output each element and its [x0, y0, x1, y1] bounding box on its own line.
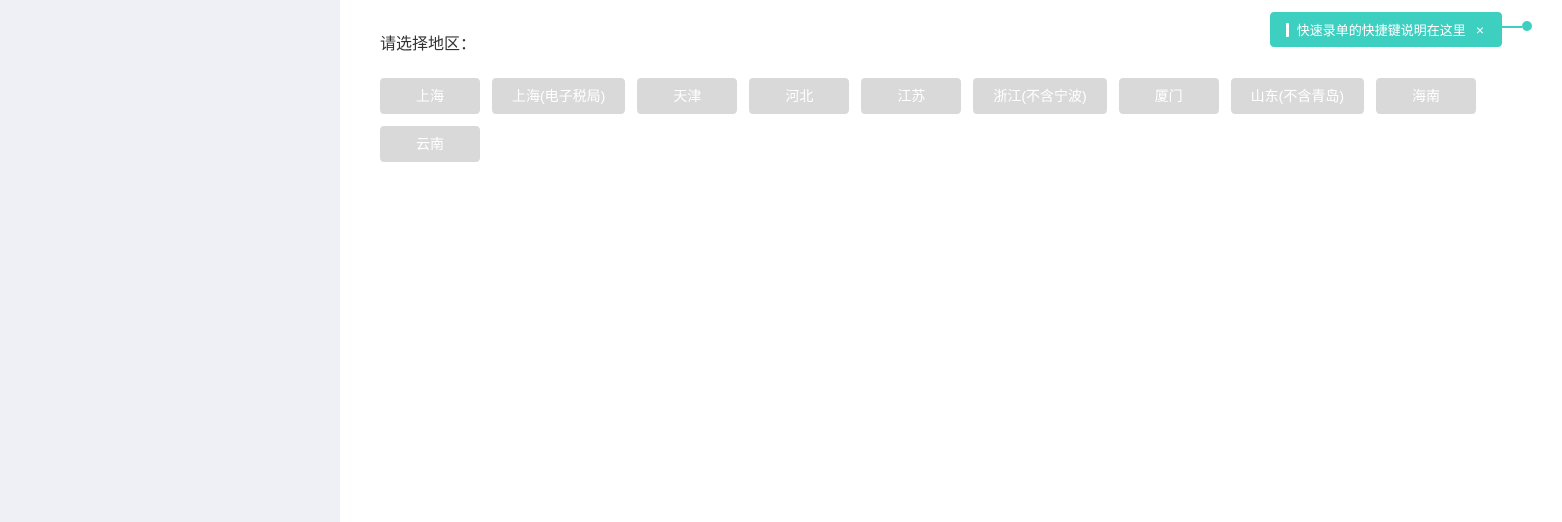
region-btn-xiamen[interactable]: 厦门: [1119, 78, 1219, 114]
left-sidebar: [0, 0, 340, 522]
region-btn-shanghai-etax[interactable]: 上海(电子税局): [492, 78, 625, 114]
region-btn-yunnan[interactable]: 云南: [380, 126, 480, 162]
connector-line: [1502, 26, 1522, 28]
tooltip-banner: 快速录单的快捷键说明在这里 ×: [1270, 12, 1502, 47]
region-btn-zhejiang[interactable]: 浙江(不含宁波): [973, 78, 1106, 114]
region-btn-jiangsu[interactable]: 江苏: [861, 78, 961, 114]
bar-icon: [1286, 23, 1289, 37]
dot-indicator: [1522, 21, 1532, 31]
tooltip-text: 快速录单的快捷键说明在这里: [1297, 20, 1466, 39]
region-btn-hebei[interactable]: 河北: [749, 78, 849, 114]
region-btn-hainan[interactable]: 海南: [1376, 78, 1476, 114]
region-btn-shandong[interactable]: 山东(不含青岛): [1231, 78, 1364, 114]
region-btn-shanghai[interactable]: 上海: [380, 78, 480, 114]
region-buttons-container: 上海上海(电子税局) 天津河北江苏浙江(不含宁波) 厦门山东(不含青岛) 海南云南: [380, 78, 1522, 162]
main-content: 请选择地区： 上海上海(电子税局)天津河北江苏浙江(不含宁波)厦门山东(不含青岛…: [340, 0, 1562, 522]
tooltip-close-button[interactable]: ×: [1474, 23, 1486, 37]
region-btn-tianjin[interactable]: 天津: [637, 78, 737, 114]
